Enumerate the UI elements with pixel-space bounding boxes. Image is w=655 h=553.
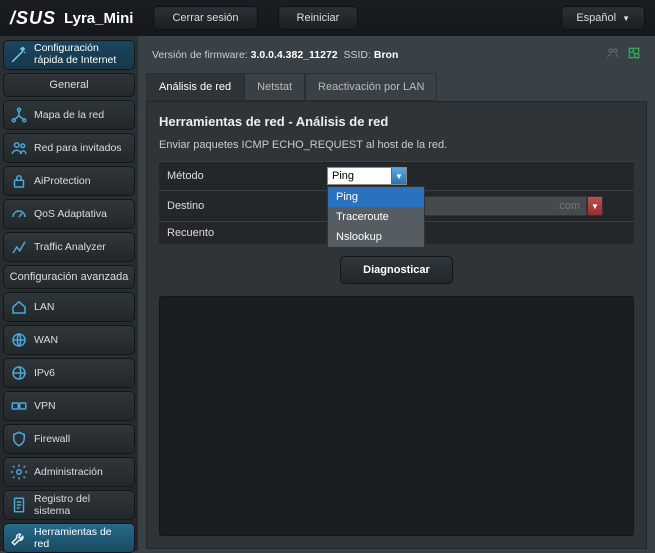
wand-icon bbox=[10, 46, 28, 64]
gear-icon bbox=[10, 463, 28, 481]
home-icon bbox=[10, 298, 28, 316]
sidebar-label: Mapa de la red bbox=[34, 109, 104, 121]
page-title: Herramientas de red - Análisis de red bbox=[159, 114, 634, 129]
sidebar-label: LAN bbox=[34, 301, 54, 313]
sidebar-header-advanced: Configuración avanzada bbox=[3, 265, 135, 289]
method-label: Método bbox=[167, 170, 327, 182]
sidebar-label: VPN bbox=[34, 400, 56, 412]
refresh-icon[interactable] bbox=[627, 46, 641, 63]
firmware-version: 3.0.0.4.382_11272 bbox=[251, 49, 338, 61]
destination-dropdown-button[interactable]: ▼ bbox=[587, 196, 603, 216]
lock-icon bbox=[10, 172, 28, 190]
chevron-down-icon: ▼ bbox=[622, 14, 630, 23]
sidebar-item-vpn[interactable]: VPN bbox=[3, 391, 135, 421]
users-status-icon[interactable] bbox=[605, 46, 621, 63]
sidebar-label: Configuración rápida de Internet bbox=[34, 43, 128, 66]
sidebar-item-wan[interactable]: WAN bbox=[3, 325, 135, 355]
sidebar-item-ipv6[interactable]: IPv6 bbox=[3, 358, 135, 388]
sidebar-label: Administración bbox=[34, 466, 103, 478]
sidebar-item-aiprotection[interactable]: AiProtection bbox=[3, 166, 135, 196]
dropdown-option-traceroute[interactable]: Traceroute bbox=[328, 207, 424, 227]
document-icon bbox=[10, 496, 28, 514]
shield-icon bbox=[10, 430, 28, 448]
sidebar-item-firewall[interactable]: Firewall bbox=[3, 424, 135, 454]
ssid-label: SSID: bbox=[344, 49, 371, 61]
sidebar-label: Firewall bbox=[34, 433, 70, 445]
gauge-icon bbox=[10, 205, 28, 223]
method-select[interactable]: Ping ▼ bbox=[327, 167, 407, 185]
sidebar-label: QoS Adaptativa bbox=[34, 208, 107, 220]
sidebar-label: Registro del sistema bbox=[34, 493, 128, 517]
language-selector[interactable]: Español ▼ bbox=[561, 6, 645, 30]
tab-netstat[interactable]: Netstat bbox=[244, 73, 305, 101]
output-area bbox=[159, 296, 634, 536]
firmware-label: Versión de firmware: bbox=[152, 49, 248, 61]
diagnose-button[interactable]: Diagnosticar bbox=[340, 256, 453, 284]
model-name: Lyra_Mini bbox=[64, 10, 133, 27]
tab-network-analysis[interactable]: Análisis de red bbox=[146, 73, 244, 101]
sidebar-item-administration[interactable]: Administración bbox=[3, 457, 135, 487]
sidebar-label: IPv6 bbox=[34, 367, 55, 379]
sidebar-item-guest-network[interactable]: Red para invitados bbox=[3, 133, 135, 163]
sidebar-item-system-log[interactable]: Registro del sistema bbox=[3, 490, 135, 520]
sidebar-label: Red para invitados bbox=[34, 142, 122, 154]
users-icon bbox=[10, 139, 28, 157]
sidebar-item-lan[interactable]: LAN bbox=[3, 292, 135, 322]
vpn-icon bbox=[10, 397, 28, 415]
method-dropdown: Ping Traceroute Nslookup bbox=[327, 186, 425, 248]
method-value: Ping bbox=[332, 170, 354, 182]
sidebar-item-traffic-analyzer[interactable]: Traffic Analyzer bbox=[3, 232, 135, 262]
sidebar-item-quick-setup[interactable]: Configuración rápida de Internet bbox=[3, 40, 135, 70]
destination-label: Destino bbox=[167, 200, 327, 212]
wrench-icon bbox=[10, 529, 28, 547]
language-label: Español bbox=[576, 12, 616, 24]
sidebar-label: WAN bbox=[34, 334, 58, 346]
sidebar-label: Traffic Analyzer bbox=[34, 241, 106, 253]
chevron-down-icon: ▼ bbox=[391, 168, 406, 184]
brand-logo: /SUS bbox=[10, 8, 56, 29]
reboot-button[interactable]: Reiniciar bbox=[278, 6, 359, 30]
logout-button[interactable]: Cerrar sesión bbox=[153, 6, 257, 30]
sidebar-label: AiProtection bbox=[34, 175, 91, 187]
sidebar-item-qos[interactable]: QoS Adaptativa bbox=[3, 199, 135, 229]
sidebar-item-network-map[interactable]: Mapa de la red bbox=[3, 100, 135, 130]
network-icon bbox=[10, 106, 28, 124]
tab-wol[interactable]: Reactivación por LAN bbox=[305, 73, 437, 101]
globe-icon bbox=[10, 364, 28, 382]
sidebar-header-general: General bbox=[3, 73, 135, 97]
count-label: Recuento bbox=[167, 227, 327, 239]
globe-icon bbox=[10, 331, 28, 349]
chart-icon bbox=[10, 238, 28, 256]
ssid-value: Bron bbox=[374, 49, 399, 61]
dropdown-option-ping[interactable]: Ping bbox=[328, 187, 424, 207]
page-description: Enviar paquetes ICMP ECHO_REQUEST al hos… bbox=[159, 139, 634, 151]
dropdown-option-nslookup[interactable]: Nslookup bbox=[328, 227, 424, 247]
sidebar-item-network-tools[interactable]: Herramientas de red bbox=[3, 523, 135, 553]
sidebar-label: Herramientas de red bbox=[34, 526, 128, 550]
